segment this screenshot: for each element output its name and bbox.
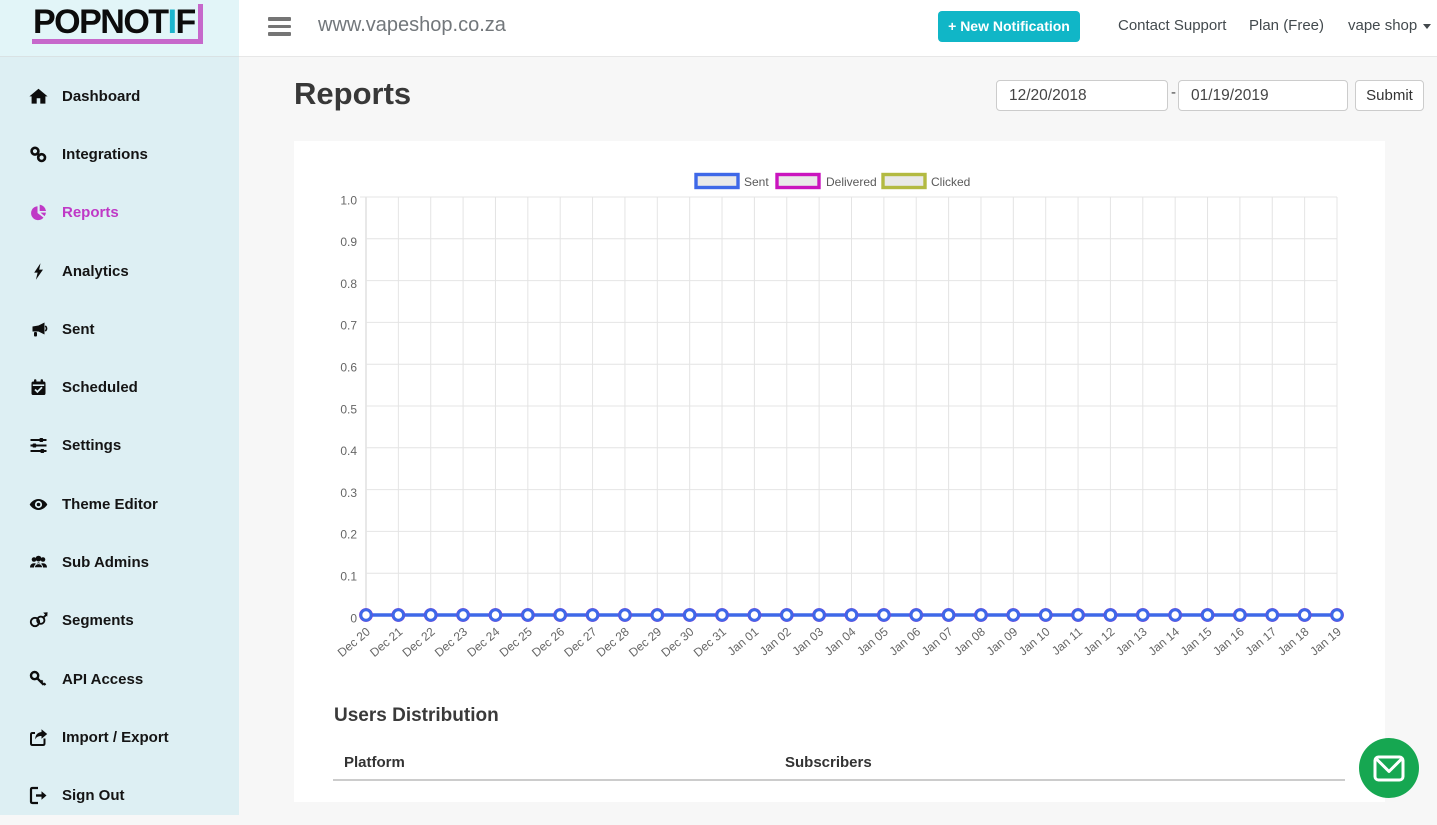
svg-text:Jan 14: Jan 14 [1145,624,1182,658]
svg-text:Dec 23: Dec 23 [432,624,470,659]
svg-text:Jan 18: Jan 18 [1275,624,1312,658]
svg-text:Jan 08: Jan 08 [951,624,988,658]
svg-text:Jan 13: Jan 13 [1113,624,1150,658]
svg-text:Jan 09: Jan 09 [984,624,1021,658]
svg-text:0: 0 [350,611,357,625]
svg-text:Jan 15: Jan 15 [1178,624,1215,658]
svg-text:0.5: 0.5 [340,402,357,416]
svg-text:0.1: 0.1 [340,569,357,583]
svg-text:Dec 31: Dec 31 [691,624,729,659]
svg-text:Jan 04: Jan 04 [822,624,859,658]
svg-text:Jan 17: Jan 17 [1243,624,1280,658]
svg-text:Dec 21: Dec 21 [367,624,405,659]
svg-text:0.4: 0.4 [340,444,357,458]
svg-text:Jan 11: Jan 11 [1049,624,1085,658]
svg-text:Jan 07: Jan 07 [919,624,956,658]
svg-text:Sent: Sent [744,175,769,189]
svg-text:Dec 20: Dec 20 [335,624,373,659]
svg-text:Jan 19: Jan 19 [1307,624,1344,658]
svg-text:Jan 01: Jan 01 [725,624,762,658]
svg-text:Dec 25: Dec 25 [497,624,535,659]
svg-text:Dec 22: Dec 22 [400,624,438,659]
svg-text:Delivered: Delivered [826,175,877,189]
svg-text:0.8: 0.8 [340,277,357,291]
svg-text:Jan 10: Jan 10 [1016,624,1053,658]
svg-text:Jan 12: Jan 12 [1081,624,1118,658]
svg-text:Jan 06: Jan 06 [887,624,924,658]
svg-text:0.7: 0.7 [340,319,357,333]
svg-text:Dec 26: Dec 26 [529,624,567,659]
svg-text:Dec 28: Dec 28 [594,624,632,659]
svg-text:Jan 05: Jan 05 [854,624,891,658]
svg-text:Jan 02: Jan 02 [757,624,794,658]
svg-text:Clicked: Clicked [931,175,970,189]
svg-text:1.0: 1.0 [340,193,357,207]
svg-text:Jan 16: Jan 16 [1210,624,1247,658]
svg-text:0.9: 0.9 [340,235,357,249]
svg-text:Jan 03: Jan 03 [789,624,826,658]
svg-text:Dec 24: Dec 24 [464,624,502,659]
svg-text:0.6: 0.6 [340,360,357,374]
svg-text:0.3: 0.3 [340,486,357,500]
svg-text:Dec 30: Dec 30 [658,624,696,659]
svg-text:Dec 29: Dec 29 [626,624,664,659]
svg-text:Dec 27: Dec 27 [561,624,599,659]
svg-text:0.2: 0.2 [340,528,357,542]
